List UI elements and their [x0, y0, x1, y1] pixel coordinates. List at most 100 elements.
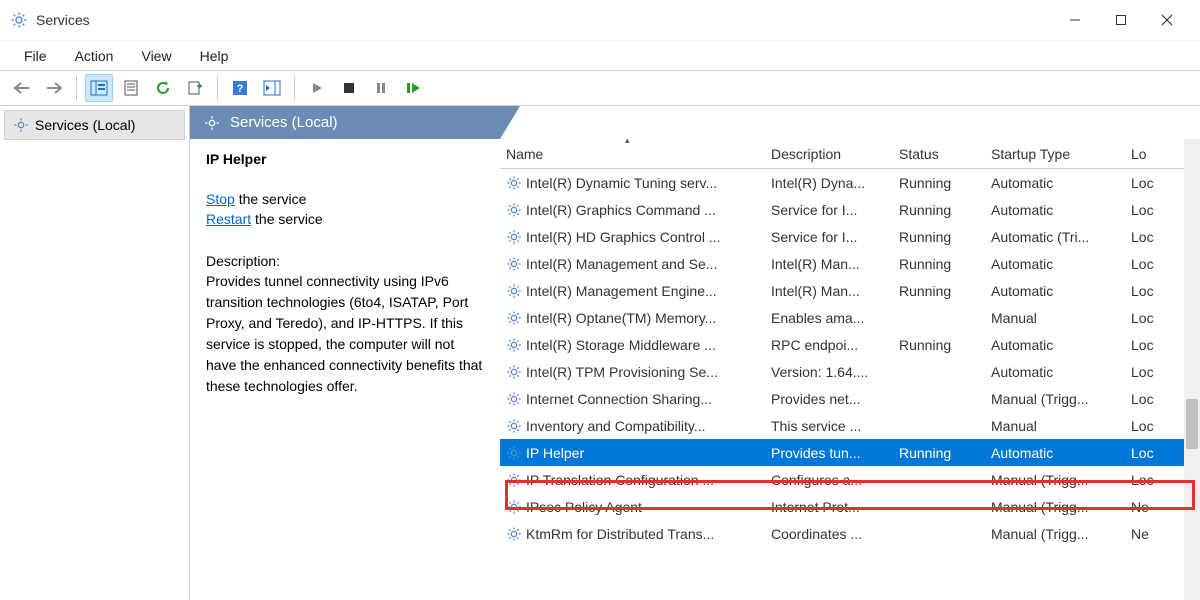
service-logon: Loc [1125, 200, 1165, 220]
restart-rest-text: the service [251, 211, 323, 227]
services-app-icon [10, 11, 28, 29]
service-row[interactable]: Internet Connection Sharing...Provides n… [500, 385, 1200, 412]
service-row[interactable]: Intel(R) HD Graphics Control ...Service … [500, 223, 1200, 250]
description-text: Provides tunnel connectivity using IPv6 … [206, 271, 484, 397]
menu-bar: File Action View Help [0, 40, 1200, 70]
gear-icon [506, 202, 522, 218]
menu-action[interactable]: Action [63, 44, 126, 68]
service-description: Internet Prot... [765, 497, 893, 517]
start-service-button[interactable] [303, 74, 331, 102]
service-description: Version: 1.64.... [765, 362, 893, 382]
service-startup-type: Automatic (Tri... [985, 227, 1125, 247]
toolbar-separator [294, 76, 295, 100]
service-logon: Ne [1125, 524, 1165, 544]
service-status: Running [893, 227, 985, 247]
restart-service-button[interactable] [399, 74, 427, 102]
service-startup-type: Manual [985, 416, 1125, 436]
tree-item-services-local[interactable]: Services (Local) [4, 110, 185, 140]
service-row[interactable]: Inventory and Compatibility...This servi… [500, 412, 1200, 439]
service-logon: Loc [1125, 470, 1165, 490]
service-row[interactable]: IPsec Policy AgentInternet Prot...Manual… [500, 493, 1200, 520]
restart-service-link[interactable]: Restart [206, 211, 251, 227]
service-description: Enables ama... [765, 308, 893, 328]
service-startup-type: Automatic [985, 335, 1125, 355]
gear-icon [506, 418, 522, 434]
show-hide-tree-button[interactable] [85, 74, 113, 102]
service-startup-type: Automatic [985, 200, 1125, 220]
gear-icon [506, 337, 522, 353]
service-status [893, 505, 985, 509]
stop-rest-text: the service [235, 191, 307, 207]
service-startup-type: Manual (Trigg... [985, 524, 1125, 544]
service-startup-type: Automatic [985, 281, 1125, 301]
service-status [893, 424, 985, 428]
service-row[interactable]: Intel(R) Management Engine...Intel(R) Ma… [500, 277, 1200, 304]
column-header-name[interactable]: Name [500, 142, 765, 166]
column-header-startup[interactable]: Startup Type [985, 142, 1125, 166]
help-button[interactable]: ? [226, 74, 254, 102]
service-name: IP Translation Configuration ... [526, 472, 714, 488]
column-header-description[interactable]: Description [765, 142, 893, 166]
service-status: Running [893, 443, 985, 463]
gear-icon [13, 117, 29, 133]
toolbar-separator [217, 76, 218, 100]
svg-text:?: ? [237, 83, 244, 95]
list-body: Intel(R) Dynamic Tuning serv...Intel(R) … [500, 169, 1200, 547]
service-status [893, 370, 985, 374]
service-row[interactable]: Intel(R) Optane(TM) Memory...Enables ama… [500, 304, 1200, 331]
service-row[interactable]: Intel(R) Storage Middleware ...RPC endpo… [500, 331, 1200, 358]
service-status: Running [893, 335, 985, 355]
service-startup-type: Automatic [985, 254, 1125, 274]
stop-service-button[interactable] [335, 74, 363, 102]
detail-panel: IP Helper Stop the service Restart the s… [190, 139, 500, 600]
sort-indicator-icon: ▴ [625, 139, 630, 146]
service-row[interactable]: Intel(R) Dynamic Tuning serv...Intel(R) … [500, 169, 1200, 196]
service-row[interactable]: Intel(R) Management and Se...Intel(R) Ma… [500, 250, 1200, 277]
service-logon: Loc [1125, 416, 1165, 436]
title-bar: Services [0, 0, 1200, 40]
close-button[interactable] [1144, 4, 1190, 36]
forward-button[interactable] [40, 74, 68, 102]
service-startup-type: Manual [985, 308, 1125, 328]
content-area: Services (Local) Services (Local) IP Hel… [0, 106, 1200, 600]
menu-file[interactable]: File [12, 44, 59, 68]
column-header-status[interactable]: Status [893, 142, 985, 166]
pause-service-button[interactable] [367, 74, 395, 102]
service-logon: Ne [1125, 497, 1165, 517]
vertical-scrollbar[interactable] [1184, 139, 1200, 600]
back-button[interactable] [8, 74, 36, 102]
service-logon: Loc [1125, 389, 1165, 409]
service-row[interactable]: Intel(R) Graphics Command ...Service for… [500, 196, 1200, 223]
export-list-button[interactable] [181, 74, 209, 102]
service-logon: Loc [1125, 308, 1165, 328]
properties-button[interactable] [117, 74, 145, 102]
service-name: IP Helper [526, 445, 584, 461]
column-header-logon[interactable]: Lo [1125, 142, 1165, 166]
service-logon: Loc [1125, 281, 1165, 301]
service-description: Service for I... [765, 200, 893, 220]
service-startup-type: Manual (Trigg... [985, 470, 1125, 490]
service-row[interactable]: Intel(R) TPM Provisioning Se...Version: … [500, 358, 1200, 385]
menu-help[interactable]: Help [188, 44, 241, 68]
service-name: Intel(R) Storage Middleware ... [526, 337, 716, 353]
minimize-button[interactable] [1052, 4, 1098, 36]
menu-view[interactable]: View [129, 44, 183, 68]
service-status [893, 478, 985, 482]
gear-icon [506, 445, 522, 461]
main-pane: Services (Local) IP Helper Stop the serv… [190, 106, 1200, 600]
gear-icon [506, 229, 522, 245]
service-row[interactable]: KtmRm for Distributed Trans...Coordinate… [500, 520, 1200, 547]
service-row[interactable]: IP Translation Configuration ...Configur… [500, 466, 1200, 493]
stop-service-link[interactable]: Stop [206, 191, 235, 207]
service-description: Intel(R) Man... [765, 281, 893, 301]
service-row[interactable]: IP HelperProvides tun...RunningAutomatic… [500, 439, 1200, 466]
service-logon: Loc [1125, 443, 1165, 463]
service-status [893, 397, 985, 401]
scrollbar-thumb[interactable] [1186, 399, 1198, 449]
maximize-button[interactable] [1098, 4, 1144, 36]
service-status [893, 316, 985, 320]
refresh-button[interactable] [149, 74, 177, 102]
service-description: Intel(R) Dyna... [765, 173, 893, 193]
toolbar: ? [0, 70, 1200, 106]
action-pane-button[interactable] [258, 74, 286, 102]
